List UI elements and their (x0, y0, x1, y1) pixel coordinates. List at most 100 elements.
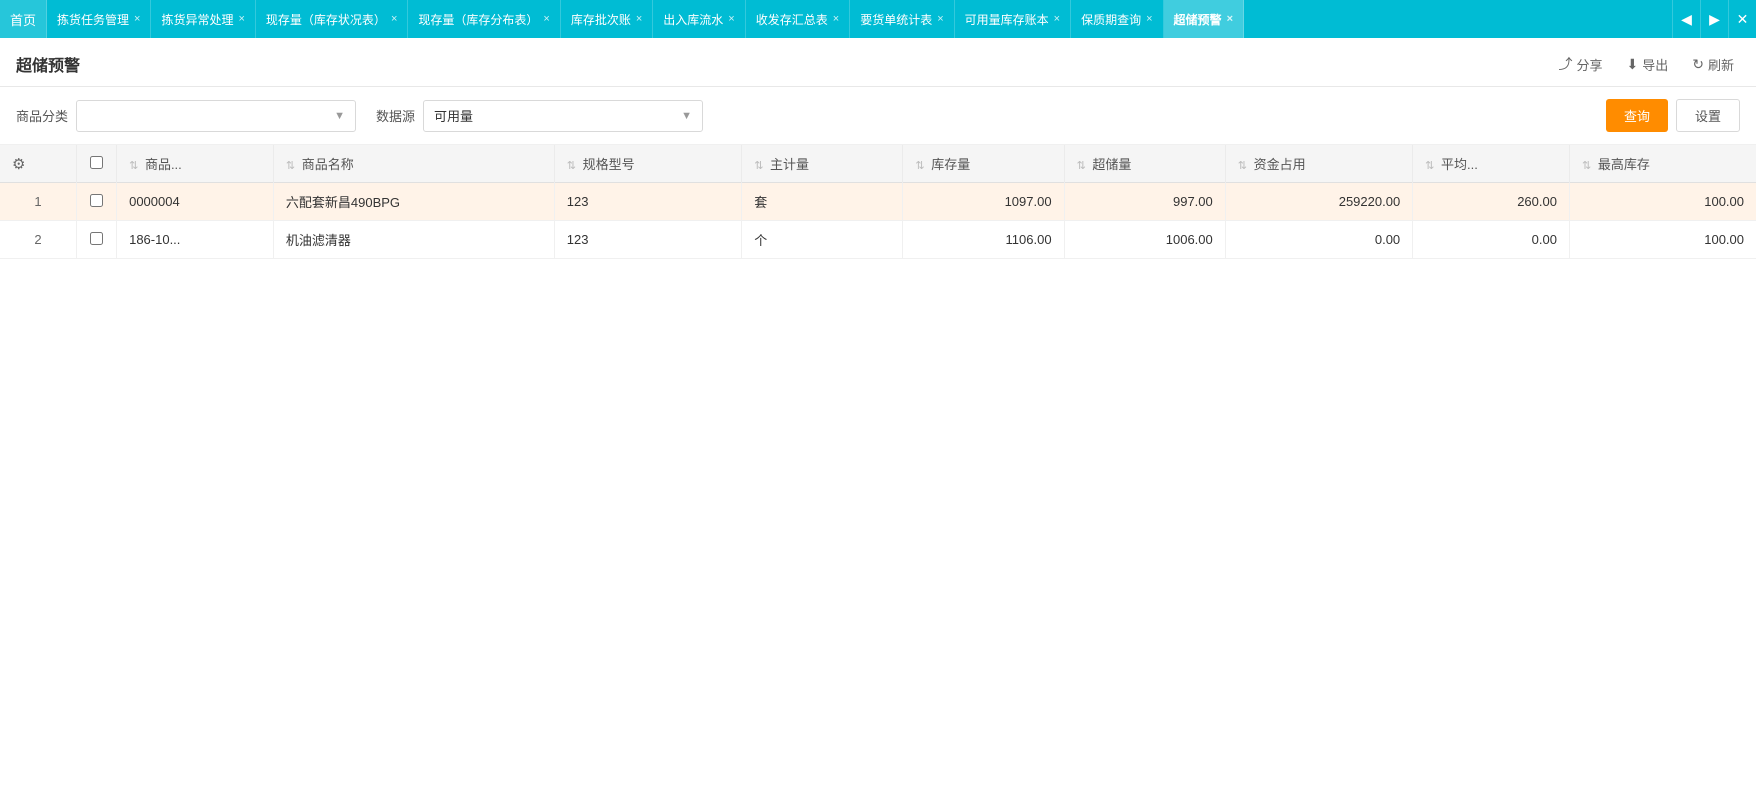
nav-tab-label-0: 拣货任务管理 (57, 11, 129, 28)
table-row: 2 186-10... 机油滤清器 123 个 1106.00 1006.00 … (0, 221, 1756, 259)
nav-arrow-right[interactable]: ▶ (1700, 0, 1728, 38)
datasource-select-value: 可用量 (434, 106, 473, 125)
row-checkbox-1[interactable] (90, 232, 103, 245)
th-overstock[interactable]: ⇅ 超储量 (1064, 145, 1225, 183)
nav-tab-8[interactable]: 可用量库存账本 × (955, 0, 1071, 38)
th-stock[interactable]: ⇅ 库存量 (903, 145, 1064, 183)
row-spec-0: 123 (554, 183, 741, 221)
nav-tab-close-6[interactable]: × (833, 13, 839, 25)
nav-tab-close-10[interactable]: × (1227, 13, 1233, 25)
row-product-name-1: 机油滤清器 (273, 221, 554, 259)
th-product-code[interactable]: ⇅ 商品... (117, 145, 274, 183)
refresh-label: 刷新 (1708, 55, 1734, 74)
sort-icon-capital: ⇅ (1238, 160, 1247, 172)
sort-icon-max-stock: ⇅ (1582, 160, 1591, 172)
filter-bar: 商品分类 ▼ 数据源 可用量 ▼ 查询 设置 (0, 87, 1756, 145)
th-avg-label: 平均... (1441, 157, 1478, 172)
sort-icon-spec: ⇅ (567, 160, 576, 172)
sort-icon-avg: ⇅ (1425, 160, 1434, 172)
nav-tab-1[interactable]: 拣货异常处理 × (151, 0, 255, 38)
nav-tab-7[interactable]: 要货单统计表 × (850, 0, 954, 38)
export-button[interactable]: ⬇ 导出 (1621, 51, 1675, 78)
filter-group-datasource: 数据源 可用量 ▼ (376, 100, 703, 132)
settings-button[interactable]: 设置 (1676, 99, 1740, 132)
query-button[interactable]: 查询 (1606, 99, 1668, 132)
th-gear: ⚙ (0, 145, 77, 183)
nav-tab-close-4[interactable]: × (636, 13, 642, 25)
nav-tab-4[interactable]: 库存批次账 × (561, 0, 653, 38)
nav-tab-9[interactable]: 保质期查询 × (1071, 0, 1163, 38)
th-capital[interactable]: ⇅ 资金占用 (1225, 145, 1412, 183)
row-avg-0: 260.00 (1413, 183, 1570, 221)
refresh-button[interactable]: ↻ 刷新 (1686, 51, 1740, 78)
nav-tab-label-8: 可用量库存账本 (965, 11, 1049, 28)
th-spec[interactable]: ⇅ 规格型号 (554, 145, 741, 183)
nav-tab-label-7: 要货单统计表 (860, 11, 932, 28)
th-unit-label: 主计量 (770, 157, 809, 172)
row-index-1: 2 (0, 221, 77, 259)
category-chevron-icon: ▼ (334, 110, 345, 122)
category-select[interactable]: ▼ (76, 100, 356, 132)
row-spec-1: 123 (554, 221, 741, 259)
sort-icon-unit: ⇅ (754, 160, 763, 172)
row-unit-1: 个 (742, 221, 903, 259)
nav-tab-close-5[interactable]: × (728, 13, 734, 25)
nav-tab-close-2[interactable]: × (391, 13, 397, 25)
th-product-code-label: 商品... (145, 157, 182, 172)
th-product-name-label: 商品名称 (302, 157, 354, 172)
row-checkbox-cell-0 (77, 183, 117, 221)
share-button[interactable]: ⤴ 分享 (1552, 50, 1608, 78)
nav-tab-label-2: 现存量（库存状况表） (266, 11, 386, 28)
nav-arrow-left[interactable]: ◀ (1672, 0, 1700, 38)
row-capital-0: 259220.00 (1225, 183, 1412, 221)
th-checkbox (77, 145, 117, 183)
column-settings-icon[interactable]: ⚙ (12, 156, 25, 173)
th-product-name[interactable]: ⇅ 商品名称 (273, 145, 554, 183)
row-max-stock-0: 100.00 (1569, 183, 1756, 221)
th-avg[interactable]: ⇅ 平均... (1413, 145, 1570, 183)
nav-tab-label-6: 收发存汇总表 (756, 11, 828, 28)
select-all-checkbox[interactable] (90, 156, 103, 169)
nav-home[interactable]: 首页 (0, 0, 47, 38)
nav-tab-2[interactable]: 现存量（库存状况表） × (256, 0, 408, 38)
category-label: 商品分类 (16, 106, 68, 125)
row-checkbox-cell-1 (77, 221, 117, 259)
th-overstock-label: 超储量 (1092, 157, 1131, 172)
row-checkbox-0[interactable] (90, 194, 103, 207)
sort-icon-stock: ⇅ (915, 160, 924, 172)
nav-tab-6[interactable]: 收发存汇总表 × (746, 0, 850, 38)
sort-icon-product-code: ⇅ (129, 160, 138, 172)
th-max-stock-label: 最高库存 (1598, 157, 1650, 172)
nav-tab-close-0[interactable]: × (134, 13, 140, 25)
export-label: 导出 (1642, 55, 1668, 74)
nav-tab-close-9[interactable]: × (1146, 13, 1152, 25)
row-avg-1: 0.00 (1413, 221, 1570, 259)
datasource-chevron-icon: ▼ (681, 110, 692, 122)
nav-tab-label-10: 超储预警 (1174, 11, 1222, 28)
table-header-row: ⚙ ⇅ 商品... ⇅ 商品名称 ⇅ 规格型号 (0, 145, 1756, 183)
datasource-label: 数据源 (376, 106, 415, 125)
nav-tab-label-1: 拣货异常处理 (161, 11, 233, 28)
nav-tab-close-7[interactable]: × (937, 13, 943, 25)
filter-group-category: 商品分类 ▼ (16, 100, 356, 132)
th-unit[interactable]: ⇅ 主计量 (742, 145, 903, 183)
row-product-code-0: 0000004 (117, 183, 274, 221)
nav-tab-label-4: 库存批次账 (571, 11, 631, 28)
th-stock-label: 库存量 (931, 157, 970, 172)
nav-tab-3[interactable]: 现存量（库存分布表） × (408, 0, 560, 38)
nav-tab-close-3[interactable]: × (543, 13, 549, 25)
row-product-name-0: 六配套新昌490BPG (273, 183, 554, 221)
table-body: 1 0000004 六配套新昌490BPG 123 套 1097.00 997.… (0, 183, 1756, 259)
th-capital-label: 资金占用 (1254, 157, 1306, 172)
nav-tab-0[interactable]: 拣货任务管理 × (47, 0, 151, 38)
nav-arrow-close-all[interactable]: ✕ (1728, 0, 1756, 38)
top-nav: 首页 拣货任务管理 × 拣货异常处理 × 现存量（库存状况表） × 现存量（库存… (0, 0, 1756, 38)
nav-tab-close-1[interactable]: × (238, 13, 244, 25)
row-stock-0: 1097.00 (903, 183, 1064, 221)
th-max-stock[interactable]: ⇅ 最高库存 (1569, 145, 1756, 183)
nav-tab-10[interactable]: 超储预警 × (1164, 0, 1244, 38)
nav-tab-5[interactable]: 出入库流水 × (653, 0, 745, 38)
row-unit-0: 套 (742, 183, 903, 221)
datasource-select[interactable]: 可用量 ▼ (423, 100, 703, 132)
nav-tab-close-8[interactable]: × (1054, 13, 1060, 25)
